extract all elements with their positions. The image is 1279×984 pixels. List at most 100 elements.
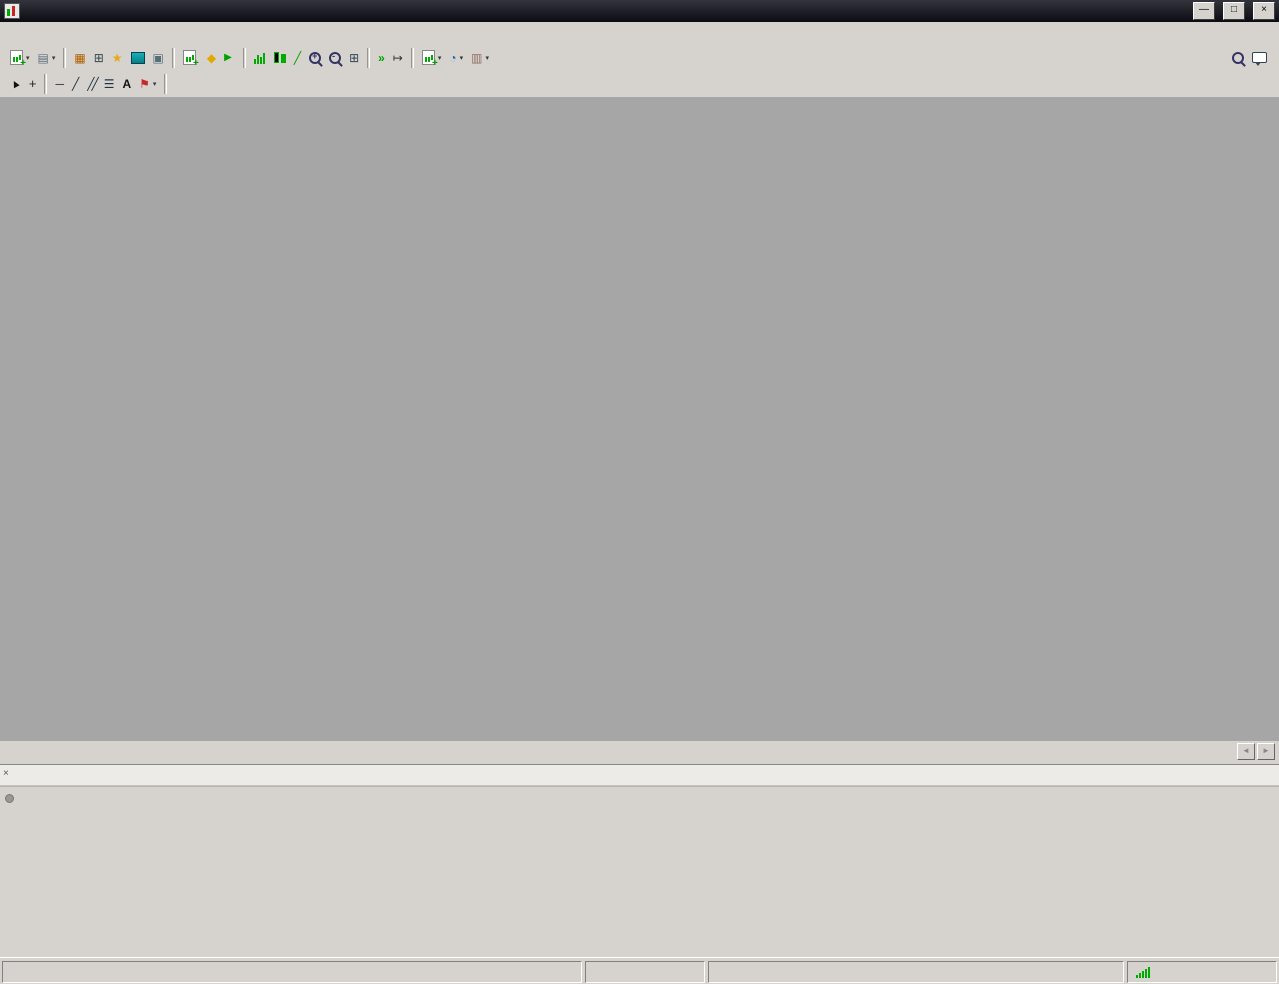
chart-shift-icon: ↦ — [392, 50, 403, 65]
connection-signal-icon — [1136, 966, 1151, 978]
new-order-icon — [182, 50, 199, 69]
navigator-button[interactable]: ★ — [108, 47, 127, 69]
candlestick-button[interactable] — [270, 47, 290, 69]
bar-chart-icon — [253, 52, 266, 64]
search-icon — [1232, 51, 1244, 64]
standard-toolbar: ▾ ▤▾ ▦ ⊞ ★ ▣ ◆ ▶ ╱ + - ⊞ » ↦ ▾ ◔▾ ▥▾ — [0, 44, 1279, 72]
play-icon: ▶ — [224, 51, 232, 63]
chevron-down-icon: ▾ — [51, 54, 56, 62]
cursor-button[interactable]: ▲ — [6, 73, 25, 95]
chart-tab-bar: ◄ ► — [0, 741, 1279, 765]
minimize-button[interactable]: — — [1193, 2, 1215, 20]
toolbar-separator — [164, 74, 168, 94]
arrows-button[interactable]: ⚑ ▾ — [135, 73, 160, 95]
channel-button[interactable]: ╱╱ — [83, 73, 99, 95]
tab-scroll-left-button[interactable]: ◄ — [1237, 743, 1255, 760]
account-summary-row — [0, 786, 1279, 807]
status-help-text — [2, 960, 582, 983]
indicators-button[interactable]: ▾ — [418, 47, 446, 69]
menu-bar — [0, 22, 1279, 45]
templates-button[interactable]: ▥ ▾ — [467, 47, 493, 69]
horizontal-line-button[interactable]: ─ — [51, 73, 68, 95]
zoom-in-icon: + — [309, 51, 322, 64]
tile-windows-button[interactable]: ⊞ — [345, 47, 363, 69]
chart-shift-button[interactable]: ↦ — [389, 47, 407, 69]
zoom-in-button[interactable]: + — [305, 47, 325, 69]
profiles-button[interactable]: ▤ ▾ — [34, 47, 60, 69]
clock-icon: ◔ — [449, 50, 457, 65]
new-order-button[interactable] — [179, 47, 203, 69]
data-window-icon: ⊞ — [93, 50, 104, 65]
terminal-button[interactable] — [127, 47, 149, 69]
toolbar-separator — [171, 47, 175, 68]
restore-button[interactable]: □ — [1223, 2, 1245, 20]
strategy-tester-button[interactable]: ▣ — [149, 47, 168, 69]
drawing-toolbar: ▲ + ─ ╱ ╱╱ ☰ A ⚑ ▾ — [0, 71, 1279, 98]
new-chart-button[interactable]: ▾ — [6, 47, 34, 69]
trendline-icon: ╱ — [72, 77, 80, 91]
channel-icon: ╱╱ — [87, 77, 99, 91]
trendline-button[interactable]: ╱ — [68, 73, 83, 95]
auto-scroll-button[interactable]: » — [374, 47, 389, 69]
app-icon — [4, 3, 20, 19]
toolbar-separator — [44, 74, 48, 94]
line-chart-button[interactable]: ╱ — [290, 47, 305, 69]
data-window-button[interactable]: ⊞ — [90, 47, 108, 69]
chevron-down-icon: ▾ — [26, 54, 30, 62]
chevron-down-icon: ▾ — [485, 54, 490, 62]
terminal-tab-bar — [0, 931, 1279, 957]
strategy-tester-icon: ▣ — [152, 50, 164, 65]
chat-button[interactable] — [1248, 47, 1271, 69]
auto-scroll-icon: » — [378, 50, 385, 65]
horizontal-line-icon: ─ — [55, 77, 64, 91]
tab-scroll-buttons: ◄ ► — [1237, 743, 1275, 760]
tab-scroll-right-button[interactable]: ► — [1257, 743, 1275, 760]
chart-workspace — [0, 97, 1279, 741]
terminal-close-button[interactable]: × — [3, 768, 9, 780]
search-button[interactable] — [1228, 47, 1248, 69]
candlestick-icon — [273, 52, 286, 63]
metaeditor-button[interactable]: ◆ — [203, 47, 220, 69]
zoom-out-icon: - — [329, 51, 342, 64]
status-spacer — [708, 960, 1124, 983]
periods-button[interactable]: ◔ ▾ — [445, 47, 467, 69]
history-table-header: × — [0, 765, 1279, 786]
fibonacci-icon: ☰ — [103, 77, 115, 91]
status-dot-icon — [5, 794, 14, 803]
line-chart-icon: ╱ — [293, 50, 302, 65]
terminal-panel: × — [0, 764, 1279, 932]
status-traffic — [1127, 960, 1277, 983]
status-bar — [0, 957, 1279, 984]
zoom-out-button[interactable]: - — [325, 47, 345, 69]
indicators-icon — [421, 50, 438, 69]
chevron-down-icon: ▾ — [152, 81, 157, 88]
templates-icon: ▥ — [471, 50, 483, 65]
auto-trading-button[interactable]: ▶ — [220, 47, 239, 69]
new-chart-icon — [10, 50, 26, 69]
chevron-down-icon: ▾ — [459, 54, 464, 62]
text-icon: A — [122, 77, 132, 91]
chevron-down-icon: ▾ — [437, 54, 442, 62]
fibonacci-button[interactable]: ☰ — [100, 73, 119, 95]
toolbar-separator — [410, 47, 414, 68]
market-watch-icon: ▦ — [74, 50, 86, 65]
cursor-icon: ▲ — [7, 76, 24, 92]
toolbar-separator — [242, 47, 246, 68]
terminal-icon — [130, 51, 145, 64]
profiles-icon: ▤ — [37, 50, 49, 65]
navigator-icon: ★ — [111, 50, 123, 65]
status-profile[interactable] — [585, 960, 705, 983]
title-bar: — □ × — [0, 0, 1279, 22]
bar-chart-button[interactable] — [250, 47, 270, 69]
chat-icon — [1252, 52, 1267, 66]
crosshair-button[interactable]: + — [25, 73, 41, 95]
market-watch-button[interactable]: ▦ — [70, 47, 89, 69]
close-button[interactable]: × — [1253, 2, 1275, 20]
toolbar-separator — [63, 47, 67, 68]
metaeditor-icon: ◆ — [206, 50, 217, 65]
text-button[interactable]: A — [118, 73, 135, 95]
flag-icon: ⚑ — [139, 77, 150, 91]
tile-windows-icon: ⊞ — [349, 50, 360, 65]
crosshair-icon: + — [28, 76, 37, 91]
toolbar-separator — [367, 47, 371, 68]
